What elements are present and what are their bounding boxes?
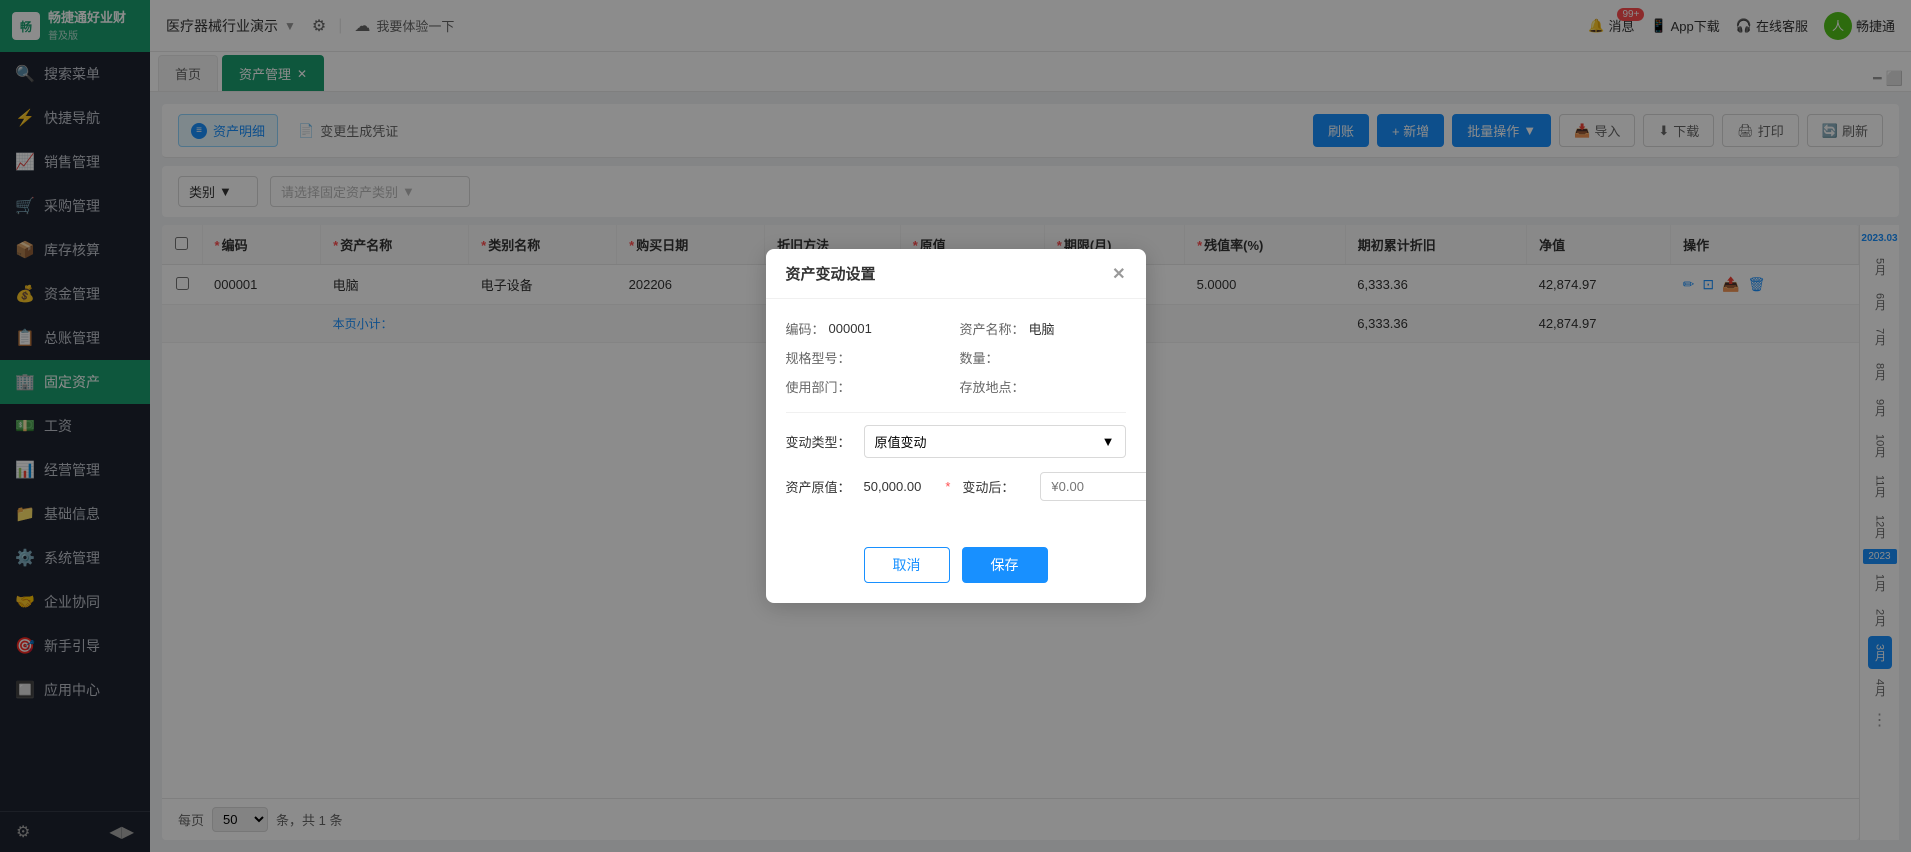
asset-name-value: 电脑 (1029, 319, 1055, 338)
dialog-title: 资产变动设置 (786, 263, 876, 284)
dialog-footer: 取消 保存 (766, 535, 1146, 603)
dialog-close-icon[interactable]: ✕ (1112, 264, 1125, 284)
code-value: 000001 (829, 321, 872, 336)
asset-name-label: 资产名称： (960, 319, 1025, 338)
department-label: 使用部门： (786, 377, 851, 396)
change-type-value: 原值变动 (875, 432, 927, 451)
after-value-label: 变动后： (962, 477, 1032, 496)
original-value-label: 资产原值： (786, 477, 856, 496)
dialog-divider (786, 412, 1126, 413)
original-value-value: 50,000.00 (864, 479, 922, 494)
dialog-info-grid: 编码： 000001 资产名称： 电脑 规格型号： 数量： 使用部门： (786, 319, 1126, 396)
spec-label: 规格型号： (786, 348, 851, 367)
dialog-body: 编码： 000001 资产名称： 电脑 规格型号： 数量： 使用部门： (766, 299, 1146, 535)
dialog-header: 资产变动设置 ✕ (766, 249, 1146, 299)
change-type-label: 变动类型： (786, 432, 856, 451)
save-button[interactable]: 保存 (962, 547, 1048, 583)
dialog-storage-row: 存放地点： (960, 377, 1126, 396)
required-star: * (945, 479, 950, 494)
dialog-asset-name-row: 资产名称： 电脑 (960, 319, 1126, 338)
dialog-spec-row: 规格型号： (786, 348, 952, 367)
change-type-select[interactable]: 原值变动 ▼ (864, 425, 1126, 458)
dialog-code-row: 编码： 000001 (786, 319, 952, 338)
change-type-row: 变动类型： 原值变动 ▼ (786, 425, 1126, 458)
dialog-quantity-row: 数量： (960, 348, 1126, 367)
asset-change-dialog: 资产变动设置 ✕ 编码： 000001 资产名称： 电脑 规格型号： 数量： (766, 249, 1146, 603)
quantity-label: 数量： (960, 348, 999, 367)
storage-label: 存放地点： (960, 377, 1025, 396)
dialog-department-row: 使用部门： (786, 377, 952, 396)
cancel-button[interactable]: 取消 (864, 547, 950, 583)
code-label: 编码： (786, 319, 825, 338)
dialog-overlay: 资产变动设置 ✕ 编码： 000001 资产名称： 电脑 规格型号： 数量： (0, 0, 1911, 852)
chevron-down-icon: ▼ (1102, 434, 1115, 449)
original-value-row: 资产原值： 50,000.00 * 变动后： (786, 472, 1126, 501)
after-value-input[interactable] (1040, 472, 1145, 501)
